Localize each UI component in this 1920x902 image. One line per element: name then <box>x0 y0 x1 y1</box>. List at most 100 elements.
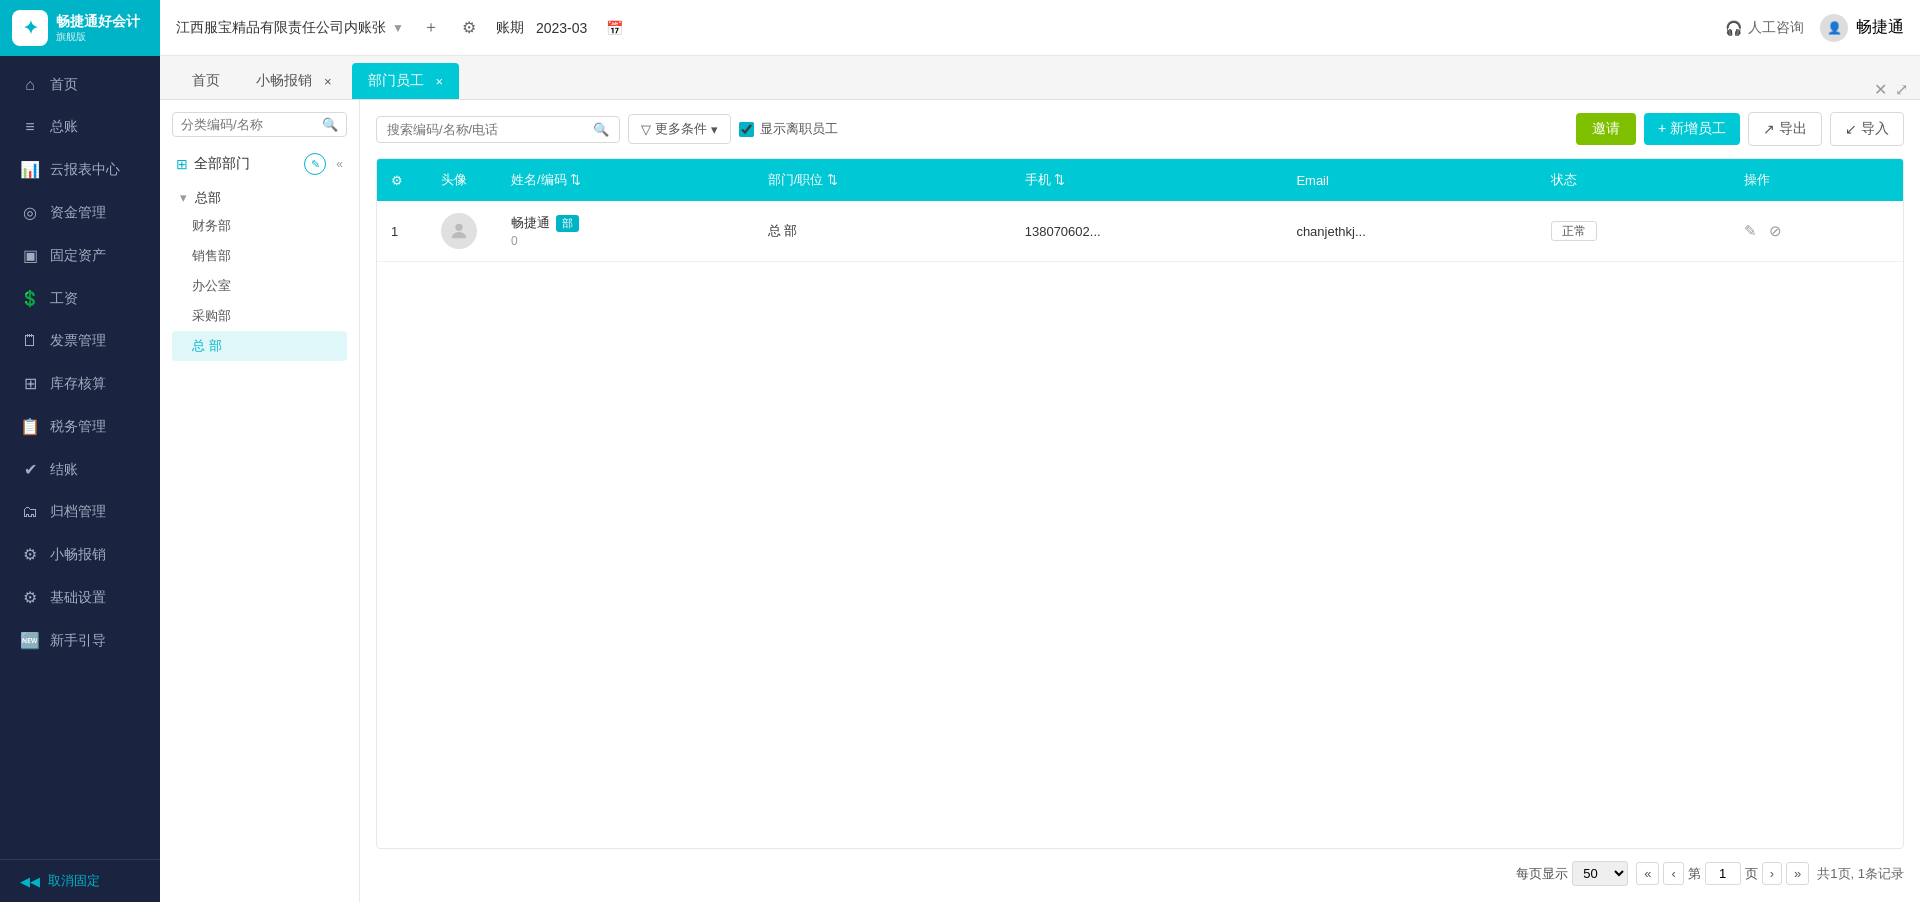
dept-tree-item-headquarters[interactable]: 总 部 <box>172 331 347 361</box>
close-books-icon: ✔ <box>20 460 40 479</box>
add-tab-button[interactable]: ＋ <box>416 13 446 43</box>
sidebar-item-home[interactable]: ⌂ 首页 <box>0 64 160 106</box>
per-page-label: 每页显示 <box>1516 865 1568 883</box>
sidebar-item-archive[interactable]: 🗂 归档管理 <box>0 491 160 533</box>
dept-tree-item-purchase[interactable]: 采购部 <box>172 301 347 331</box>
col-name[interactable]: 姓名/编码 ⇅ <box>497 159 754 201</box>
sidebar-label-ledger: 总账 <box>50 118 78 136</box>
page-size-selector[interactable]: 每页显示 20 50 100 <box>1516 861 1628 886</box>
expand-icon[interactable]: ⤢ <box>1895 80 1908 99</box>
page-word: 第 <box>1688 865 1701 883</box>
dept-all-button[interactable]: ⊞ 全部部门 ✎ « <box>172 147 347 181</box>
sidebar-item-inventory[interactable]: ⊞ 库存核算 <box>0 362 160 405</box>
period-value: 2023-03 <box>536 20 587 36</box>
toolbar: 🔍 ▽ 更多条件 ▾ 显示离职员工 邀请 + 新增员工 ↗ 导出 <box>376 112 1904 146</box>
calendar-icon[interactable]: 📅 <box>599 13 629 43</box>
sidebar-item-guide[interactable]: 🆕 新手引导 <box>0 619 160 662</box>
per-page-select[interactable]: 20 50 100 <box>1572 861 1628 886</box>
show-resigned-checkbox-wrap[interactable]: 显示离职员工 <box>739 120 838 138</box>
sidebar-label-reports: 云报表中心 <box>50 161 120 179</box>
tab-expense[interactable]: 小畅报销 × <box>240 63 348 99</box>
dept-collapse-icon[interactable]: « <box>336 157 343 171</box>
dept-tree: ▾ 总部 财务部 销售部 办公室 采购部 总 部 <box>172 185 347 361</box>
dept-tree-item-finance[interactable]: 财务部 <box>172 211 347 241</box>
sidebar-label-tax: 税务管理 <box>50 418 106 436</box>
edit-icon[interactable]: ✎ <box>1744 222 1757 240</box>
sidebar-label-basic: 基础设置 <box>50 589 106 607</box>
employee-avatar <box>441 213 477 249</box>
sidebar-item-expense[interactable]: ⚙ 小畅报销 <box>0 533 160 576</box>
tab-home[interactable]: 首页 <box>176 63 236 99</box>
app-logo: ✦ 畅捷通好会计 旗舰版 <box>0 0 160 56</box>
funds-icon: ◎ <box>20 203 40 222</box>
page-input[interactable] <box>1705 862 1741 885</box>
settings-button[interactable]: ⚙ <box>454 13 484 43</box>
col-settings[interactable]: ⚙ <box>377 159 427 201</box>
dept-tree-item-office[interactable]: 办公室 <box>172 271 347 301</box>
sidebar-item-tax[interactable]: 📋 税务管理 <box>0 405 160 448</box>
employee-name: 畅捷通 <box>511 214 550 232</box>
sidebar-item-basic[interactable]: ⚙ 基础设置 <box>0 576 160 619</box>
close-tabs-icon[interactable]: ✕ <box>1874 80 1887 99</box>
col-dept[interactable]: 部门/职位 ⇅ <box>754 159 1011 201</box>
invite-button[interactable]: 邀请 <box>1576 113 1636 145</box>
total-info: 共1页, 1条记录 <box>1817 865 1904 883</box>
logout-icon[interactable]: ⊘ <box>1769 222 1782 240</box>
support-label: 人工咨询 <box>1748 19 1804 37</box>
dept-tree-item-sales[interactable]: 销售部 <box>172 241 347 271</box>
import-icon: ↙ <box>1845 121 1857 137</box>
add-employee-button[interactable]: + 新增员工 <box>1644 113 1740 145</box>
employee-search-input[interactable] <box>387 122 587 137</box>
sidebar-item-close[interactable]: ✔ 结账 <box>0 448 160 491</box>
tab-dept-emp-close[interactable]: × <box>436 74 444 89</box>
tax-icon: 📋 <box>20 417 40 436</box>
sidebar-label-assets: 固定资产 <box>50 247 106 265</box>
page-navigation: « ‹ 第 页 › » <box>1636 862 1809 885</box>
sidebar-item-ledger[interactable]: ≡ 总账 <box>0 106 160 148</box>
sidebar-item-invoice[interactable]: 🗒 发票管理 <box>0 320 160 362</box>
employee-search-box[interactable]: 🔍 <box>376 116 620 143</box>
dept-tree-parent-general[interactable]: ▾ 总部 <box>172 185 347 211</box>
archive-icon: 🗂 <box>20 503 40 521</box>
reports-icon: 📊 <box>20 160 40 179</box>
more-filter-button[interactable]: ▽ 更多条件 ▾ <box>628 114 731 144</box>
next-page-button[interactable]: › <box>1762 862 1782 885</box>
col-phone[interactable]: 手机 ⇅ <box>1011 159 1283 201</box>
row-avatar-cell <box>427 201 497 262</box>
topbar: 江西服宝精品有限责任公司内账张 ▼ ＋ ⚙ 账期 2023-03 📅 🎧 人工咨… <box>160 0 1920 56</box>
dept-search-input[interactable] <box>181 117 322 132</box>
headset-icon: 🎧 <box>1725 20 1742 36</box>
basic-icon: ⚙ <box>20 588 40 607</box>
sidebar-item-salary[interactable]: 💲 工资 <box>0 277 160 320</box>
row-status-cell: 正常 <box>1537 201 1730 262</box>
row-phone: 138070602... <box>1011 201 1283 262</box>
sidebar-item-assets[interactable]: ▣ 固定资产 <box>0 234 160 277</box>
dept-search-box[interactable]: 🔍 <box>172 112 347 137</box>
export-icon: ↗ <box>1763 121 1775 137</box>
show-resigned-checkbox[interactable] <box>739 122 754 137</box>
dept-search-icon[interactable]: 🔍 <box>322 117 338 132</box>
company-selector[interactable]: 江西服宝精品有限责任公司内账张 ▼ <box>176 19 404 37</box>
support-button[interactable]: 🎧 人工咨询 <box>1725 19 1804 37</box>
dept-edit-icon[interactable]: ✎ <box>304 153 326 175</box>
sidebar-label-funds: 资金管理 <box>50 204 106 222</box>
tab-dept-emp[interactable]: 部门员工 × <box>352 63 460 99</box>
sidebar-item-funds[interactable]: ◎ 资金管理 <box>0 191 160 234</box>
prev-page-button[interactable]: ‹ <box>1663 862 1683 885</box>
first-page-button[interactable]: « <box>1636 862 1659 885</box>
page-suffix: 页 <box>1745 865 1758 883</box>
sidebar-item-reports[interactable]: 📊 云报表中心 <box>0 148 160 191</box>
import-button[interactable]: ↙ 导入 <box>1830 112 1904 146</box>
employee-table-wrap: ⚙ 头像 姓名/编码 ⇅ 部门/职位 ⇅ 手机 ⇅ <box>376 158 1904 849</box>
guide-icon: 🆕 <box>20 631 40 650</box>
tab-expense-close[interactable]: × <box>324 74 332 89</box>
row-action-cell: ✎ ⊘ <box>1730 201 1903 262</box>
employee-code: 0 <box>511 234 740 248</box>
export-button[interactable]: ↗ 导出 <box>1748 112 1822 146</box>
cancel-fixed-button[interactable]: ◀◀ 取消固定 <box>0 859 160 902</box>
last-page-button[interactable]: » <box>1786 862 1809 885</box>
user-info[interactable]: 👤 畅捷通 <box>1820 14 1904 42</box>
topbar-actions: ＋ ⚙ <box>416 13 484 43</box>
ledger-icon: ≡ <box>20 118 40 136</box>
employee-search-icon[interactable]: 🔍 <box>593 122 609 137</box>
